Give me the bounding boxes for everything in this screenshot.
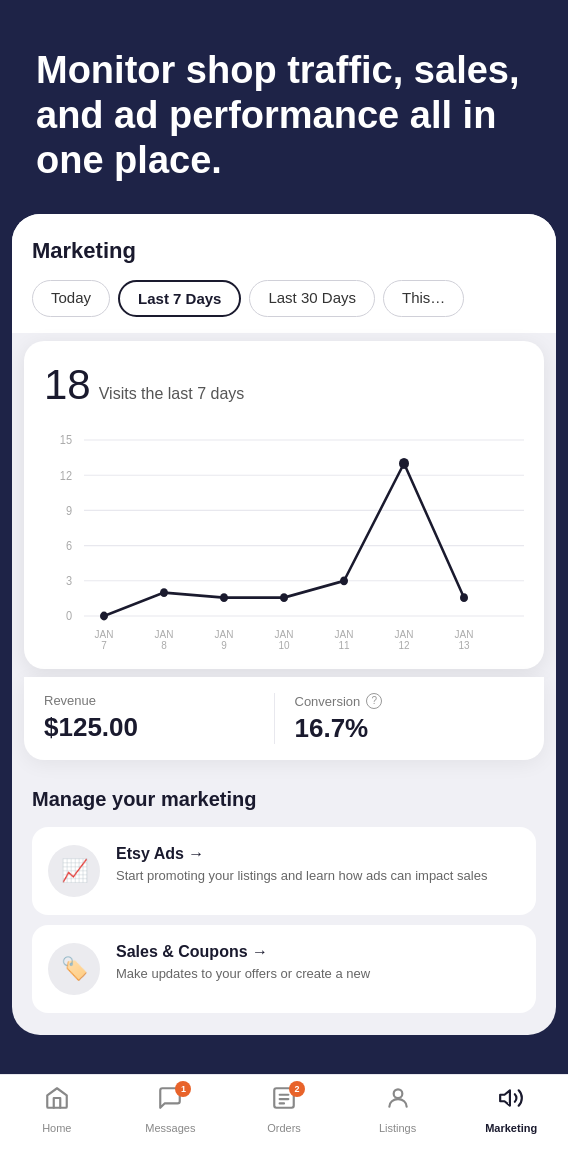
main-card: Marketing Today Last 7 Days Last 30 Days… xyxy=(12,214,556,1035)
svg-text:7: 7 xyxy=(101,639,107,649)
nav-messages-label: Messages xyxy=(145,1122,195,1134)
svg-point-14 xyxy=(220,594,228,603)
conversion-info-icon[interactable]: ? xyxy=(366,693,382,709)
revenue-metric: Revenue $125.00 xyxy=(44,693,274,744)
svg-point-18 xyxy=(460,594,468,603)
visits-label: Visits the last 7 days xyxy=(99,385,245,403)
svg-text:6: 6 xyxy=(66,540,72,553)
svg-point-17 xyxy=(399,458,409,469)
revenue-label: Revenue xyxy=(44,693,274,708)
nav-listings-label: Listings xyxy=(379,1122,416,1134)
conversion-value: 16.7% xyxy=(295,713,525,744)
marketing-header: Marketing Today Last 7 Days Last 30 Days… xyxy=(12,214,556,333)
nav-marketing-label: Marketing xyxy=(485,1122,537,1134)
svg-point-12 xyxy=(100,612,108,621)
visits-header: 18 Visits the last 7 days xyxy=(44,361,524,409)
ads-title: Etsy Ads → xyxy=(116,845,520,863)
manage-item-coupons[interactable]: 🏷️ Sales & Coupons → Make updates to you… xyxy=(32,925,536,1013)
ads-desc: Start promoting your listings and learn … xyxy=(116,867,520,885)
svg-text:3: 3 xyxy=(66,575,72,588)
nav-listings[interactable]: Listings xyxy=(368,1085,428,1134)
conversion-label: Conversion ? xyxy=(295,693,525,709)
svg-text:9: 9 xyxy=(221,639,227,649)
svg-text:12: 12 xyxy=(398,639,409,649)
nav-orders-label: Orders xyxy=(267,1122,301,1134)
home-icon xyxy=(44,1085,70,1118)
marketing-title: Marketing xyxy=(32,238,536,264)
conversion-metric: Conversion ? 16.7% xyxy=(274,693,525,744)
hero-title: Monitor shop traffic, sales, and ad perf… xyxy=(36,48,532,182)
tab-last30[interactable]: Last 30 Days xyxy=(249,280,375,317)
messages-badge: 1 xyxy=(175,1081,191,1097)
svg-text:15: 15 xyxy=(60,434,72,447)
nav-home[interactable]: Home xyxy=(27,1085,87,1134)
manage-title: Manage your marketing xyxy=(32,788,536,811)
chart-area: 15 12 9 6 3 0 JAN 7 JAN xyxy=(44,429,524,649)
messages-icon: 1 xyxy=(157,1085,183,1118)
orders-badge: 2 xyxy=(289,1081,305,1097)
svg-marker-38 xyxy=(500,1090,510,1105)
bottom-nav: Home 1 Messages 2 Orders xyxy=(0,1074,568,1154)
tab-today[interactable]: Today xyxy=(32,280,110,317)
ads-icon: 📈 xyxy=(48,845,100,897)
svg-text:10: 10 xyxy=(278,639,289,649)
manage-item-ads[interactable]: 📈 Etsy Ads → Start promoting your listin… xyxy=(32,827,536,915)
tab-this[interactable]: This… xyxy=(383,280,464,317)
nav-orders[interactable]: 2 Orders xyxy=(254,1085,314,1134)
svg-text:9: 9 xyxy=(66,505,72,518)
revenue-value: $125.00 xyxy=(44,712,274,743)
metrics-row: Revenue $125.00 Conversion ? 16.7% xyxy=(24,677,544,760)
stats-card: 18 Visits the last 7 days 15 12 9 6 3 0 xyxy=(24,341,544,669)
tab-last7[interactable]: Last 7 Days xyxy=(118,280,241,317)
svg-point-15 xyxy=(280,594,288,603)
tabs-row: Today Last 7 Days Last 30 Days This… xyxy=(32,280,536,333)
manage-section: Manage your marketing 📈 Etsy Ads → Start… xyxy=(12,768,556,1035)
chart-svg: 15 12 9 6 3 0 JAN 7 JAN xyxy=(44,429,524,649)
nav-marketing[interactable]: Marketing xyxy=(481,1085,541,1134)
nav-messages[interactable]: 1 Messages xyxy=(140,1085,200,1134)
svg-text:13: 13 xyxy=(458,639,469,649)
svg-point-13 xyxy=(160,589,168,598)
svg-point-37 xyxy=(393,1089,402,1098)
svg-text:0: 0 xyxy=(66,610,72,623)
visits-number: 18 xyxy=(44,361,91,409)
coupons-icon: 🏷️ xyxy=(48,943,100,995)
coupons-desc: Make updates to your offers or create a … xyxy=(116,965,520,983)
listings-icon xyxy=(385,1085,411,1118)
svg-text:12: 12 xyxy=(60,470,72,483)
nav-home-label: Home xyxy=(42,1122,71,1134)
svg-text:11: 11 xyxy=(338,639,349,649)
coupons-title: Sales & Coupons → xyxy=(116,943,520,961)
marketing-icon xyxy=(498,1085,524,1118)
hero-section: Monitor shop traffic, sales, and ad perf… xyxy=(0,0,568,214)
svg-text:8: 8 xyxy=(161,639,167,649)
svg-point-16 xyxy=(340,577,348,586)
orders-icon: 2 xyxy=(271,1085,297,1118)
